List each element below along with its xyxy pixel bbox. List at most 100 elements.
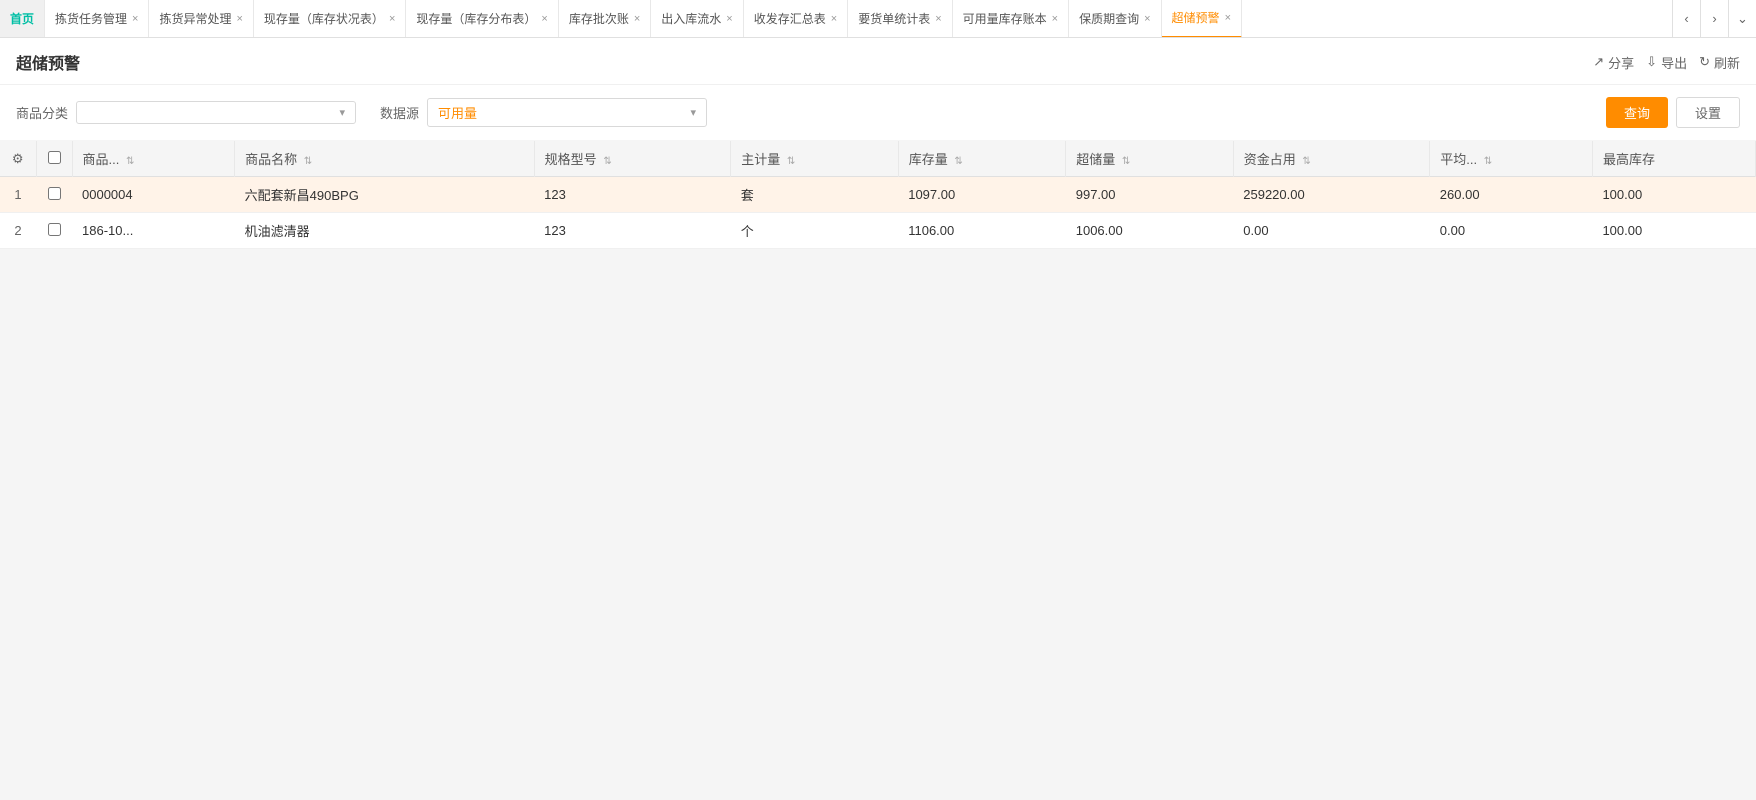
close-icon[interactable]: × <box>1052 13 1058 25</box>
close-icon[interactable]: × <box>132 13 138 25</box>
close-icon[interactable]: × <box>236 13 242 25</box>
header-stock[interactable]: 库存量 ⇅ <box>898 141 1066 177</box>
chevron-down-icon: ▾ <box>339 106 345 119</box>
sort-icon: ⇅ <box>126 156 134 167</box>
cell-unit: 个 <box>731 213 899 249</box>
share-icon: ↗ <box>1593 54 1604 70</box>
gear-icon[interactable]: ⚙ <box>12 151 24 166</box>
action-buttons: 查询 设置 <box>1606 97 1740 128</box>
cell-product-name: 机油滤清器 <box>235 213 535 249</box>
tab-5[interactable]: 库存批次账 × <box>559 0 651 38</box>
tab-label: 收发存汇总表 <box>754 10 826 27</box>
category-filter: 商品分类 ▾ <box>16 101 356 124</box>
data-table: ⚙ 商品... ⇅ 商品名称 ⇅ 规格型号 ⇅ 主计量 <box>0 141 1756 249</box>
tab-2[interactable]: 拣货异常处理 × <box>149 0 253 38</box>
sort-icon: ⇅ <box>1302 156 1310 167</box>
close-icon[interactable]: × <box>935 13 941 25</box>
refresh-button[interactable]: ↻ 刷新 <box>1699 53 1740 72</box>
tab-8[interactable]: 要货单统计表 × <box>848 0 952 38</box>
close-icon[interactable]: × <box>831 13 837 25</box>
close-icon[interactable]: × <box>389 13 395 25</box>
header-unit[interactable]: 主计量 ⇅ <box>731 141 899 177</box>
cell-capital: 0.00 <box>1233 213 1430 249</box>
datasource-filter: 数据源 可用量 ▾ <box>380 98 707 127</box>
tab-3[interactable]: 现存量（库存状况表） × <box>254 0 406 38</box>
row-checkbox[interactable] <box>48 187 61 200</box>
tab-label: 超储预警 <box>1172 9 1220 26</box>
sort-icon: ⇅ <box>787 156 795 167</box>
home-label: 首页 <box>10 10 34 27</box>
row-checkbox[interactable] <box>48 223 61 236</box>
header-product-code[interactable]: 商品... ⇅ <box>72 141 235 177</box>
header-max-stock[interactable]: 最高库存 <box>1592 141 1755 177</box>
cell-stock: 1097.00 <box>898 177 1066 213</box>
nav-more-arrow[interactable]: ⌄ <box>1728 0 1756 38</box>
tab-11[interactable]: 超储预警 × <box>1162 0 1242 38</box>
header-capital[interactable]: 资金占用 ⇅ <box>1233 141 1430 177</box>
tab-10[interactable]: 保质期查询 × <box>1069 0 1161 38</box>
header-product-name[interactable]: 商品名称 ⇅ <box>235 141 535 177</box>
sort-icon: ⇅ <box>1122 156 1130 167</box>
cell-over-stock: 997.00 <box>1066 177 1234 213</box>
cell-stock: 1106.00 <box>898 213 1066 249</box>
tab-home[interactable]: 首页 <box>0 0 45 38</box>
header-spec[interactable]: 规格型号 ⇅ <box>534 141 731 177</box>
close-icon[interactable]: × <box>1225 12 1231 24</box>
nav-right-arrow[interactable]: › <box>1700 0 1728 38</box>
export-button[interactable]: ⇩ 导出 <box>1646 53 1687 72</box>
tab-label: 库存批次账 <box>569 10 629 27</box>
nav-left-arrow[interactable]: ‹ <box>1672 0 1700 38</box>
datasource-value: 可用量 <box>438 103 477 122</box>
cell-spec: 123 <box>534 177 731 213</box>
tab-7[interactable]: 收发存汇总表 × <box>744 0 848 38</box>
close-icon[interactable]: × <box>726 13 732 25</box>
row-checkbox-cell[interactable] <box>36 213 72 249</box>
tab-9[interactable]: 可用量库存账本 × <box>953 0 1069 38</box>
cell-avg: 0.00 <box>1430 213 1593 249</box>
cell-product-code: 186-10... <box>72 213 235 249</box>
tab-6[interactable]: 出入库流水 × <box>651 0 743 38</box>
header-over-stock[interactable]: 超储量 ⇅ <box>1066 141 1234 177</box>
sort-icon: ⇅ <box>954 156 962 167</box>
close-icon[interactable]: × <box>1144 13 1150 25</box>
page-title: 超储预警 <box>16 50 80 74</box>
cell-product-name: 六配套新昌490BPG <box>235 177 535 213</box>
table-header-row: ⚙ 商品... ⇅ 商品名称 ⇅ 规格型号 ⇅ 主计量 <box>0 141 1756 177</box>
tab-label: 现存量（库存分布表） <box>416 10 536 27</box>
tab-1[interactable]: 拣货任务管理 × <box>45 0 149 38</box>
settings-button[interactable]: 设置 <box>1676 97 1740 128</box>
share-button[interactable]: ↗ 分享 <box>1593 53 1634 72</box>
tab-label: 拣货异常处理 <box>159 10 231 27</box>
cell-avg: 260.00 <box>1430 177 1593 213</box>
export-icon: ⇩ <box>1646 54 1657 70</box>
sort-icon: ⇅ <box>603 156 611 167</box>
cell-max-stock: 100.00 <box>1592 177 1755 213</box>
cell-max-stock: 100.00 <box>1592 213 1755 249</box>
header-checkbox[interactable] <box>36 141 72 177</box>
category-select[interactable]: ▾ <box>76 101 356 124</box>
refresh-icon: ↻ <box>1699 54 1710 70</box>
query-button[interactable]: 查询 <box>1606 97 1668 128</box>
refresh-label: 刷新 <box>1714 53 1740 72</box>
page-header: 超储预警 ↗ 分享 ⇩ 导出 ↻ 刷新 <box>0 38 1756 84</box>
header-gear[interactable]: ⚙ <box>0 141 36 177</box>
select-all-checkbox[interactable] <box>48 151 61 164</box>
tab-4[interactable]: 现存量（库存分布表） × <box>406 0 558 38</box>
datasource-select[interactable]: 可用量 ▾ <box>427 98 707 127</box>
tab-label: 拣货任务管理 <box>55 10 127 27</box>
table-container: ⚙ 商品... ⇅ 商品名称 ⇅ 规格型号 ⇅ 主计量 <box>0 141 1756 249</box>
nav-arrows: ‹ › ⌄ <box>1672 0 1756 38</box>
sort-icon: ⇅ <box>304 156 312 167</box>
tab-label: 保质期查询 <box>1079 10 1139 27</box>
cell-spec: 123 <box>534 213 731 249</box>
close-icon[interactable]: × <box>541 13 547 25</box>
tab-label: 可用量库存账本 <box>963 10 1047 27</box>
sort-icon: ⇅ <box>1484 156 1492 167</box>
header-avg[interactable]: 平均... ⇅ <box>1430 141 1593 177</box>
datasource-label: 数据源 <box>380 103 419 122</box>
topbar: 首页 拣货任务管理 × 拣货异常处理 × 现存量（库存状况表） × 现存量（库存… <box>0 0 1756 38</box>
row-checkbox-cell[interactable] <box>36 177 72 213</box>
close-icon[interactable]: × <box>634 13 640 25</box>
row-number: 2 <box>0 213 36 249</box>
table-row: 2 186-10... 机油滤清器 123 个 1106.00 1006.00 … <box>0 213 1756 249</box>
